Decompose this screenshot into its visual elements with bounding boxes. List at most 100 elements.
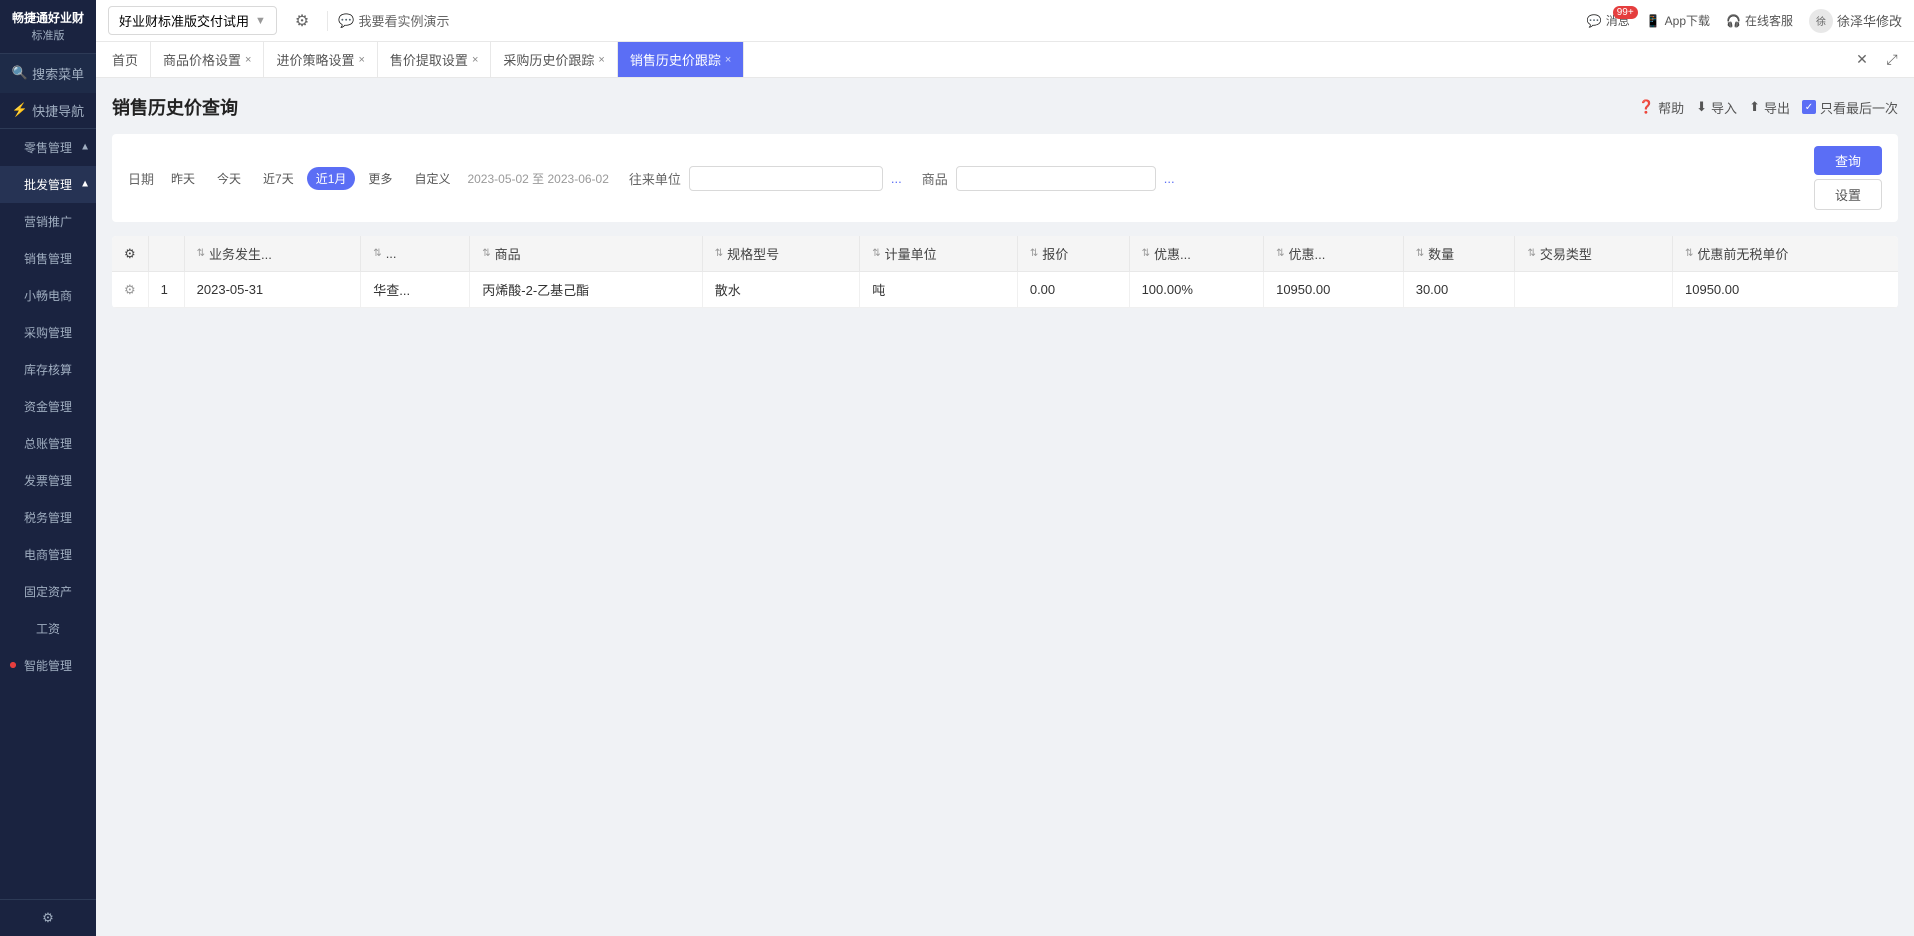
date-btn-more[interactable]: 更多: [359, 167, 401, 190]
tab-purchase-history-close[interactable]: ×: [598, 54, 604, 66]
table-container: ⚙ ⇅ 业务发生... ⇅ ...: [112, 236, 1898, 308]
supplier-input[interactable]: [689, 166, 883, 191]
sidebar-item-tax[interactable]: 税务管理: [0, 499, 96, 536]
import-btn[interactable]: ⬇ 导入: [1696, 98, 1737, 117]
tab-product-price-close[interactable]: ×: [245, 54, 251, 66]
date-btn-last7[interactable]: 近7天: [254, 167, 303, 190]
product-sort: ⇅: [482, 248, 490, 259]
tab-sales-history-close[interactable]: ×: [725, 54, 731, 66]
sidebar-item-wholesale[interactable]: 批发管理 ▲: [0, 166, 96, 203]
nav-icon: ⚡: [12, 102, 28, 118]
sidebar: 畅捷通好业财 标准版 🔍 搜索菜单 ⚡ 快捷导航 零售管理 ▲ 批发管理 ▲ 营…: [0, 0, 96, 936]
th-tx-type[interactable]: ⇅ 交易类型: [1515, 236, 1673, 272]
tx-type-sort: ⇅: [1527, 248, 1535, 259]
query-btn[interactable]: 查询: [1814, 146, 1882, 175]
action-btns: 查询 设置: [1814, 146, 1882, 210]
env-selector[interactable]: 好业财标准版交付试用 ▼: [108, 6, 277, 35]
supplier-dots-btn[interactable]: ...: [891, 171, 902, 186]
supplier-filter-group: 往来单位 ...: [629, 166, 902, 191]
sidebar-item-retail[interactable]: 零售管理 ▲: [0, 129, 96, 166]
app-download-btn[interactable]: 📱 App下载: [1646, 12, 1710, 29]
th-notax-price[interactable]: ⇅ 优惠前无税单价: [1673, 236, 1898, 272]
product-dots-btn[interactable]: ...: [1164, 171, 1175, 186]
row-gear[interactable]: ⚙: [112, 272, 148, 308]
sidebar-item-ecommerce-small[interactable]: 小畅电商: [0, 277, 96, 314]
purchase-label: 采购管理: [24, 324, 72, 341]
date-btn-last1m[interactable]: 近1月: [307, 167, 356, 190]
settings-icon: ⚙: [42, 910, 54, 926]
sidebar-search[interactable]: 🔍 搜索菜单: [0, 54, 96, 93]
th-gear[interactable]: ⚙: [112, 236, 148, 272]
sidebar-settings-btn[interactable]: ⚙: [0, 899, 96, 936]
finance-label: 资金管理: [24, 398, 72, 415]
help-btn[interactable]: ❓ 帮助: [1638, 98, 1684, 117]
salary-label: 工资: [36, 620, 60, 637]
discount2-sort: ⇅: [1276, 248, 1284, 259]
date-btn-yesterday[interactable]: 昨天: [162, 167, 204, 190]
topbar-gear-btn[interactable]: ⚙: [287, 7, 317, 35]
tab-product-price[interactable]: 商品价格设置 ×: [151, 42, 264, 78]
sidebar-item-assets[interactable]: 固定资产: [0, 573, 96, 610]
logo-title: 畅捷通好业财: [12, 10, 84, 27]
tab-purchase-strategy-label: 进价策略设置: [276, 50, 354, 69]
th-spec[interactable]: ⇅ 规格型号: [702, 236, 860, 272]
last-only-checkbox[interactable]: ✓ 只看最后一次: [1802, 98, 1898, 117]
th-extra[interactable]: ⇅ ...: [361, 236, 470, 272]
quantity-sort: ⇅: [1416, 248, 1424, 259]
row-quantity: 30.00: [1403, 272, 1515, 308]
online-service-btn[interactable]: 🎧 在线客服: [1726, 12, 1793, 29]
product-input[interactable]: [956, 166, 1156, 191]
th-index: [148, 236, 184, 272]
export-btn[interactable]: ⬆ 导出: [1749, 98, 1790, 117]
sidebar-item-inventory[interactable]: 库存核算: [0, 351, 96, 388]
sidebar-item-invoice[interactable]: 发票管理: [0, 462, 96, 499]
sidebar-item-marketing[interactable]: 营销推广: [0, 203, 96, 240]
notax-price-sort: ⇅: [1685, 248, 1693, 259]
assets-label: 固定资产: [24, 583, 72, 600]
sidebar-item-purchase[interactable]: 采购管理: [0, 314, 96, 351]
page-header: 销售历史价查询 ❓ 帮助 ⬇ 导入 ⬆ 导出 ✓ 只看最后一次: [112, 94, 1898, 120]
th-discount2[interactable]: ⇅ 优惠...: [1264, 236, 1404, 272]
th-biz-date[interactable]: ⇅ 业务发生...: [184, 236, 361, 272]
sidebar-item-ecommerce[interactable]: 电商管理: [0, 536, 96, 573]
sales-label: 销售管理: [24, 250, 72, 267]
sidebar-item-sales[interactable]: 销售管理: [0, 240, 96, 277]
app-download-icon: 📱: [1646, 14, 1661, 28]
tab-sales-history[interactable]: 销售历史价跟踪 ×: [618, 42, 744, 78]
th-price[interactable]: ⇅ 报价: [1017, 236, 1129, 272]
tab-product-price-label: 商品价格设置: [163, 50, 241, 69]
tab-purchase-history[interactable]: 采购历史价跟踪 ×: [491, 42, 617, 78]
row-index: 1: [148, 272, 184, 308]
app-download-label: App下载: [1665, 12, 1710, 29]
product-filter-group: 商品 ...: [922, 166, 1175, 191]
retail-label: 零售管理: [24, 139, 72, 156]
gear-icon: ⚙: [295, 13, 309, 30]
settings-btn[interactable]: 设置: [1814, 179, 1882, 210]
sidebar-item-ledger[interactable]: 总账管理: [0, 425, 96, 462]
tab-home[interactable]: 首页: [100, 42, 151, 78]
topbar-demo-btn[interactable]: 💬 我要看实例演示: [338, 11, 449, 30]
user-menu[interactable]: 徐 徐泽华修改: [1809, 9, 1902, 33]
tab-sale-price-close[interactable]: ×: [472, 54, 478, 66]
th-discount1[interactable]: ⇅ 优惠...: [1129, 236, 1264, 272]
sidebar-item-smart[interactable]: 智能管理: [0, 647, 96, 684]
tabs-close-btn[interactable]: ✕: [1848, 46, 1876, 74]
tab-purchase-strategy[interactable]: 进价策略设置 ×: [264, 42, 377, 78]
sidebar-item-finance[interactable]: 资金管理: [0, 388, 96, 425]
sidebar-nav[interactable]: ⚡ 快捷导航: [0, 93, 96, 129]
date-btns: 昨天 今天 近7天 近1月 更多 自定义: [162, 167, 459, 190]
date-btn-custom[interactable]: 自定义: [405, 167, 459, 190]
user-avatar: 徐: [1809, 9, 1833, 33]
th-unit[interactable]: ⇅ 计量单位: [860, 236, 1018, 272]
messages-btn[interactable]: 💬 消息 99+: [1587, 12, 1630, 29]
th-quantity[interactable]: ⇅ 数量: [1403, 236, 1515, 272]
ecommerce-small-label: 小畅电商: [24, 287, 72, 304]
price-sort: ⇅: [1030, 248, 1038, 259]
date-btn-today[interactable]: 今天: [208, 167, 250, 190]
sidebar-item-salary[interactable]: 工资: [0, 610, 96, 647]
tabs-expand-btn[interactable]: ⤢: [1878, 46, 1906, 74]
tab-purchase-strategy-close[interactable]: ×: [358, 54, 364, 66]
th-product[interactable]: ⇅ 商品: [470, 236, 702, 272]
tab-sale-price[interactable]: 售价提取设置 ×: [378, 42, 491, 78]
extra-sort: ⇅: [373, 248, 381, 259]
